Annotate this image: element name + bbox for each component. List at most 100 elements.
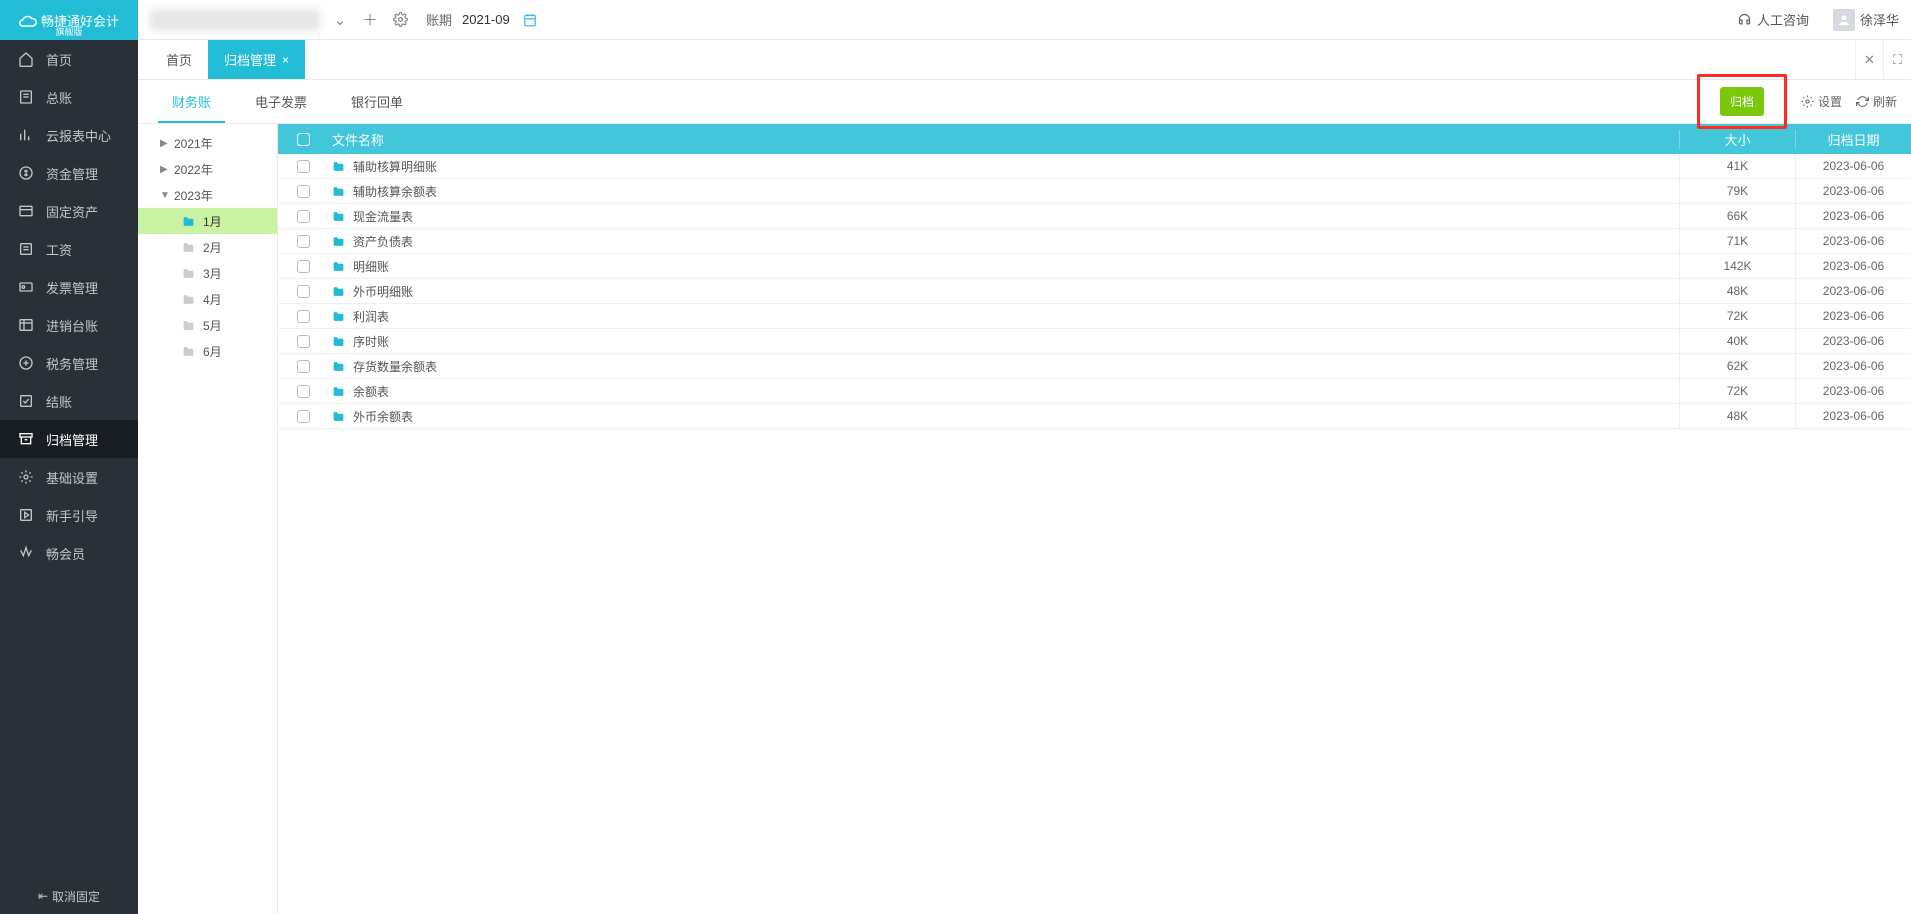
file-date: 2023-06-06: [1823, 184, 1884, 198]
nav-item-close[interactable]: 结账: [0, 382, 138, 420]
row-checkbox[interactable]: [297, 335, 310, 348]
nav-label: 发票管理: [46, 278, 98, 297]
row-checkbox[interactable]: [297, 160, 310, 173]
row-checkbox[interactable]: [297, 410, 310, 423]
period-value: 2021-09: [462, 12, 510, 27]
nav-item-asset[interactable]: 固定资产: [0, 192, 138, 230]
row-checkbox[interactable]: [297, 285, 310, 298]
nav-item-setting[interactable]: 基础设置: [0, 458, 138, 496]
nav-item-report[interactable]: 云报表中心: [0, 116, 138, 154]
tree-month[interactable]: 4月: [138, 286, 277, 312]
select-all-checkbox[interactable]: [297, 133, 310, 146]
username: 徐泽华: [1860, 10, 1899, 29]
row-checkbox[interactable]: [297, 210, 310, 223]
close-icon[interactable]: ×: [282, 53, 289, 67]
table-header: 文件名称 大小 归档日期: [278, 124, 1911, 154]
file-size: 71K: [1727, 234, 1748, 248]
calendar-icon[interactable]: [520, 13, 540, 27]
tree-year[interactable]: ▶2021年: [138, 130, 277, 156]
table-row[interactable]: 资产负债表71K2023-06-06: [278, 229, 1911, 254]
fullscreen-icon[interactable]: ⛶: [1883, 40, 1911, 79]
nav-item-vip[interactable]: 畅会员: [0, 534, 138, 572]
folder-icon: [182, 293, 195, 306]
table-row[interactable]: 余额表72K2023-06-06: [278, 379, 1911, 404]
refresh-label: 刷新: [1873, 93, 1897, 110]
nav-item-inout[interactable]: 进销台账: [0, 306, 138, 344]
row-checkbox[interactable]: [297, 310, 310, 323]
archive-button[interactable]: 归档: [1720, 87, 1764, 116]
row-checkbox[interactable]: [297, 360, 310, 373]
year-label: 2021年: [174, 135, 213, 152]
period-label: 账期: [426, 10, 452, 29]
refresh-link[interactable]: 刷新: [1856, 93, 1897, 110]
table-row[interactable]: 序时账40K2023-06-06: [278, 329, 1911, 354]
row-checkbox[interactable]: [297, 185, 310, 198]
nav-item-ledger[interactable]: 总账: [0, 78, 138, 116]
file-icon: [332, 410, 345, 423]
table-row[interactable]: 存货数量余额表62K2023-06-06: [278, 354, 1911, 379]
nav-label: 工资: [46, 240, 72, 259]
tree-month[interactable]: 1月: [138, 208, 277, 234]
sub-tab[interactable]: 银行回单: [329, 80, 425, 123]
table-row[interactable]: 辅助核算明细账41K2023-06-06: [278, 154, 1911, 179]
unpin-button[interactable]: ⇤ 取消固定: [0, 878, 138, 914]
header-filename: 文件名称: [332, 130, 384, 149]
table-row[interactable]: 辅助核算余额表79K2023-06-06: [278, 179, 1911, 204]
table-row[interactable]: 现金流量表66K2023-06-06: [278, 204, 1911, 229]
page-tab[interactable]: 归档管理×: [208, 40, 305, 79]
settings-link[interactable]: 设置: [1801, 93, 1842, 110]
row-checkbox[interactable]: [297, 235, 310, 248]
file-date: 2023-06-06: [1823, 409, 1884, 423]
file-size: 40K: [1727, 334, 1748, 348]
nav-item-guide[interactable]: 新手引导: [0, 496, 138, 534]
main: ⌄ ＋ 账期 2021-09 人工咨询 徐泽华 首: [138, 0, 1911, 914]
file-date: 2023-06-06: [1823, 234, 1884, 248]
unpin-label: 取消固定: [52, 888, 100, 905]
titlebar: ⌄ ＋ 账期 2021-09 人工咨询 徐泽华: [138, 0, 1911, 40]
file-icon: [332, 360, 345, 373]
nav-item-tax[interactable]: 税务管理: [0, 344, 138, 382]
nav-item-home[interactable]: 首页: [0, 40, 138, 78]
table-row[interactable]: 明细账142K2023-06-06: [278, 254, 1911, 279]
consult-link[interactable]: 人工咨询: [1737, 10, 1809, 29]
company-dropdown-icon[interactable]: ⌄: [330, 11, 350, 29]
row-checkbox[interactable]: [297, 260, 310, 273]
table-row[interactable]: 利润表72K2023-06-06: [278, 304, 1911, 329]
expand-icon: ▼: [160, 190, 168, 201]
nav-label: 基础设置: [46, 468, 98, 487]
tree-year[interactable]: ▶2022年: [138, 156, 277, 182]
gear-icon: [1801, 95, 1814, 108]
gear-icon[interactable]: [390, 12, 410, 27]
table-row[interactable]: 外币余额表48K2023-06-06: [278, 404, 1911, 429]
close-tab-icon[interactable]: ✕: [1855, 40, 1883, 79]
page-tab[interactable]: 首页: [150, 40, 208, 79]
file-name: 序时账: [353, 333, 389, 350]
sub-tab[interactable]: 财务账: [150, 80, 233, 123]
nav-item-archive[interactable]: 归档管理: [0, 420, 138, 458]
tree-month[interactable]: 3月: [138, 260, 277, 286]
nav-item-fund[interactable]: 资金管理: [0, 154, 138, 192]
month-label: 2月: [203, 239, 222, 256]
header-size: 大小: [1724, 133, 1750, 148]
header-date: 归档日期: [1827, 133, 1879, 148]
nav-item-invoice[interactable]: 发票管理: [0, 268, 138, 306]
tree-month[interactable]: 6月: [138, 338, 277, 364]
file-name: 外币余额表: [353, 408, 413, 425]
company-selector[interactable]: [150, 9, 320, 31]
cloud-icon: [19, 11, 37, 29]
sub-tab[interactable]: 电子发票: [233, 80, 329, 123]
tree-year[interactable]: ▼2023年: [138, 182, 277, 208]
brand-logo: 畅捷通好会计 旗舰版: [0, 0, 138, 40]
file-name: 利润表: [353, 308, 389, 325]
file-table: 文件名称 大小 归档日期 辅助核算明细账41K2023-06-06辅助核算余额表…: [278, 124, 1911, 914]
row-checkbox[interactable]: [297, 385, 310, 398]
user-menu[interactable]: 徐泽华: [1833, 9, 1899, 31]
file-size: 79K: [1727, 184, 1748, 198]
add-icon[interactable]: ＋: [360, 9, 380, 30]
tree-month[interactable]: 5月: [138, 312, 277, 338]
table-row[interactable]: 外币明细账48K2023-06-06: [278, 279, 1911, 304]
archive-icon: [18, 431, 34, 447]
tree-month[interactable]: 2月: [138, 234, 277, 260]
nav-item-salary[interactable]: 工资: [0, 230, 138, 268]
nav-label: 畅会员: [46, 544, 85, 563]
